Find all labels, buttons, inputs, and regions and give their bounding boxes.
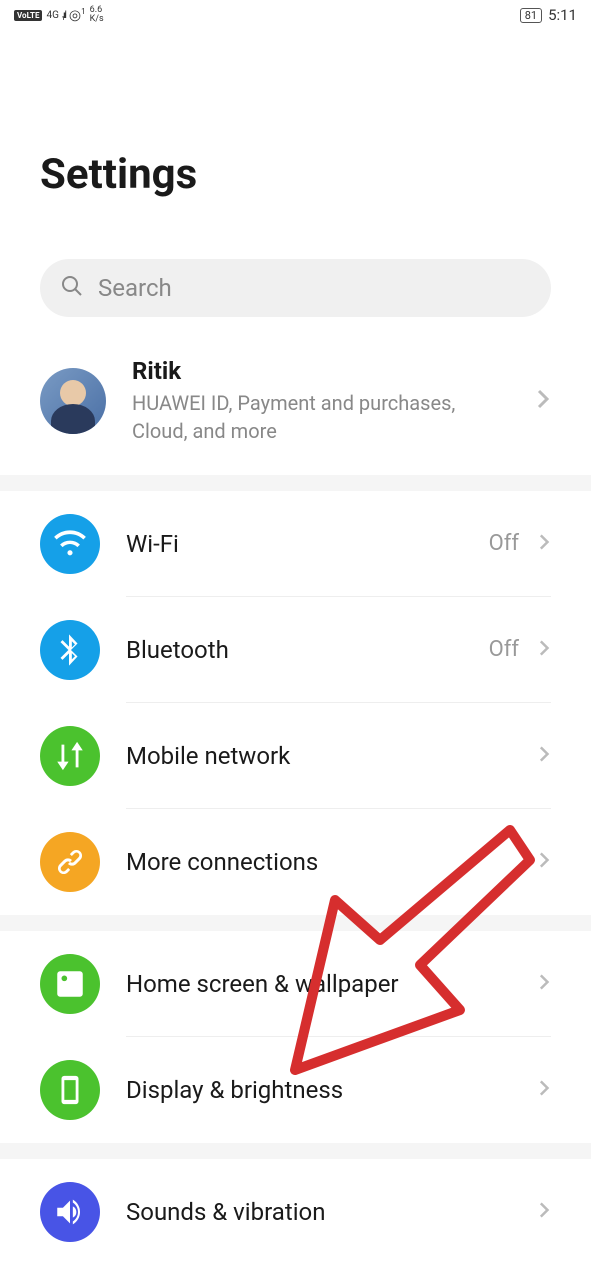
section-divider: [0, 475, 591, 491]
search-placeholder: Search: [98, 274, 172, 302]
row-label: Display & brightness: [126, 1076, 519, 1104]
search-input[interactable]: Search: [40, 259, 551, 317]
row-more-connections[interactable]: More connections: [40, 809, 591, 915]
row-value: Off: [489, 531, 519, 556]
chevron-right-icon: [539, 850, 551, 874]
profile-name: Ritik: [132, 357, 511, 385]
bluetooth-icon: [40, 620, 100, 680]
section-divider: [0, 915, 591, 931]
chevron-right-icon: [539, 532, 551, 556]
row-sounds-vibration[interactable]: Sounds & vibration: [40, 1159, 591, 1265]
row-display-brightness[interactable]: Display & brightness: [40, 1037, 591, 1143]
section-divider: [0, 1143, 591, 1159]
status-bar: VoLTE 4G ₁ıııl ◎1 6.6 K/s 81 5:11: [0, 0, 591, 30]
chevron-right-icon: [539, 972, 551, 996]
row-home-wallpaper[interactable]: Home screen & wallpaper: [40, 931, 591, 1037]
profile-subtitle: HUAWEI ID, Payment and purchases, Cloud,…: [132, 389, 511, 445]
chevron-right-icon: [539, 638, 551, 662]
battery-indicator: 81: [520, 8, 542, 23]
sound-icon: [40, 1182, 100, 1242]
row-label: Mobile network: [126, 742, 519, 770]
row-bluetooth[interactable]: Bluetooth Off: [40, 597, 591, 703]
row-mobile-network[interactable]: Mobile network: [40, 703, 591, 809]
chevron-right-icon: [539, 1078, 551, 1102]
hotspot-icon: ◎1: [69, 7, 86, 24]
avatar: [40, 368, 106, 434]
wifi-icon: [40, 514, 100, 574]
profile-row[interactable]: Ritik HUAWEI ID, Payment and purchases, …: [0, 357, 591, 475]
row-value: Off: [489, 637, 519, 662]
wallpaper-icon: [40, 954, 100, 1014]
link-icon: [40, 832, 100, 892]
chevron-right-icon: [539, 744, 551, 768]
display-icon: [40, 1060, 100, 1120]
volte-badge: VoLTE: [14, 10, 42, 21]
network-speed: 6.6 K/s: [90, 6, 104, 24]
chevron-right-icon: [539, 1200, 551, 1224]
row-label: Wi-Fi: [126, 530, 469, 558]
status-left: VoLTE 4G ₁ıııl ◎1 6.6 K/s: [14, 6, 104, 24]
chevron-right-icon: [537, 387, 551, 415]
clock: 5:11: [548, 6, 577, 24]
signal-indicator: 4G ₁ıııl: [46, 10, 64, 21]
row-label: More connections: [126, 848, 519, 876]
row-wifi[interactable]: Wi-Fi Off: [40, 491, 591, 597]
row-label: Bluetooth: [126, 636, 469, 664]
row-label: Home screen & wallpaper: [126, 970, 519, 998]
page-title: Settings: [0, 30, 591, 259]
status-right: 81 5:11: [520, 6, 577, 24]
search-icon: [60, 274, 84, 302]
row-label: Sounds & vibration: [126, 1198, 519, 1226]
mobile-data-icon: [40, 726, 100, 786]
